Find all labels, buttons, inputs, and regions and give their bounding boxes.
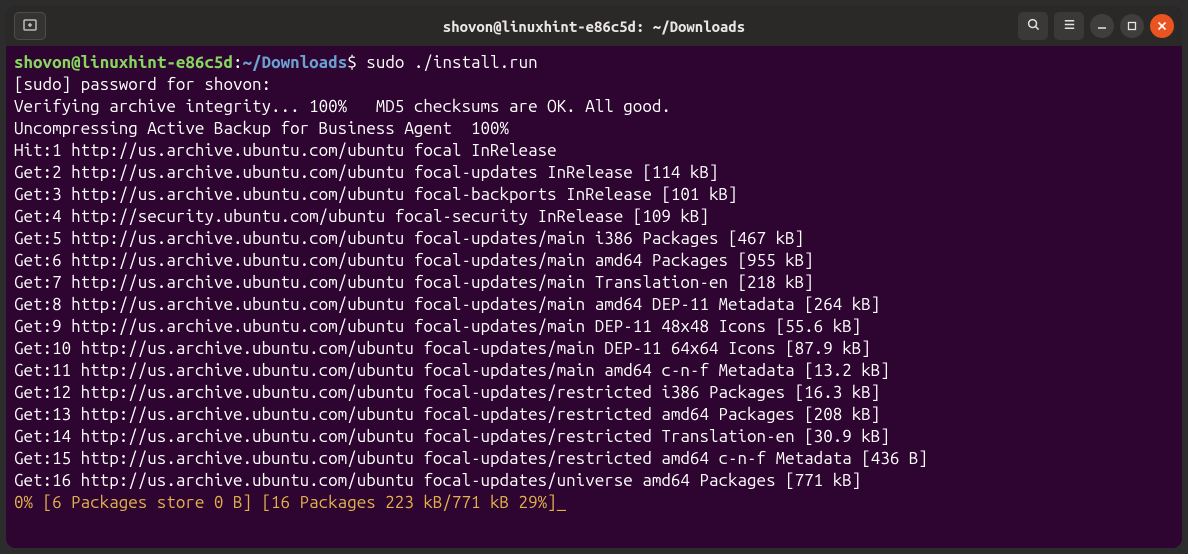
- cursor: _: [557, 493, 567, 512]
- command-text: sudo ./install.run: [366, 53, 537, 72]
- output-line: Verifying archive integrity... 100% MD5 …: [14, 97, 671, 116]
- new-tab-icon: [22, 17, 38, 36]
- output-line: Get:12 http://us.archive.ubuntu.com/ubun…: [14, 383, 880, 402]
- close-button[interactable]: [1150, 14, 1174, 38]
- maximize-icon: [1127, 17, 1137, 35]
- output-line: Uncompressing Active Backup for Business…: [14, 119, 509, 138]
- prompt-colon: :: [233, 53, 243, 72]
- search-icon: [1026, 17, 1041, 36]
- minimize-icon: [1097, 17, 1107, 35]
- output-line: Get:14 http://us.archive.ubuntu.com/ubun…: [14, 427, 890, 446]
- output-line: Get:13 http://us.archive.ubuntu.com/ubun…: [14, 405, 880, 424]
- output-line: Get:9 http://us.archive.ubuntu.com/ubunt…: [14, 317, 861, 336]
- terminal-window: shovon@linuxhint-e86c5d: ~/Downloads: [6, 6, 1182, 548]
- prompt-dollar: $: [347, 53, 366, 72]
- progress-line: 0% [6 Packages store 0 B] [16 Packages 2…: [14, 493, 557, 512]
- output-line: Get:7 http://us.archive.ubuntu.com/ubunt…: [14, 273, 814, 292]
- titlebar-right: [1018, 12, 1174, 40]
- output-line: Hit:1 http://us.archive.ubuntu.com/ubunt…: [14, 141, 557, 160]
- output-line: Get:2 http://us.archive.ubuntu.com/ubunt…: [14, 163, 718, 182]
- output-line: Get:3 http://us.archive.ubuntu.com/ubunt…: [14, 185, 738, 204]
- output-line: Get:16 http://us.archive.ubuntu.com/ubun…: [14, 471, 861, 490]
- output-line: Get:5 http://us.archive.ubuntu.com/ubunt…: [14, 229, 804, 248]
- prompt-at: @: [71, 53, 81, 72]
- output-line: [sudo] password for shovon:: [14, 75, 271, 94]
- output-line: Get:15 http://us.archive.ubuntu.com/ubun…: [14, 449, 928, 468]
- output-line: Get:11 http://us.archive.ubuntu.com/ubun…: [14, 361, 890, 380]
- minimize-button[interactable]: [1090, 14, 1114, 38]
- close-icon: [1157, 17, 1167, 35]
- menu-button[interactable]: [1054, 12, 1084, 40]
- prompt-user: shovon: [14, 53, 71, 72]
- titlebar: shovon@linuxhint-e86c5d: ~/Downloads: [6, 6, 1182, 46]
- terminal-output[interactable]: shovon@linuxhint-e86c5d:~/Downloads$ sud…: [6, 46, 1182, 548]
- output-line: Get:6 http://us.archive.ubuntu.com/ubunt…: [14, 251, 814, 270]
- search-button[interactable]: [1018, 12, 1048, 40]
- titlebar-left: [14, 12, 46, 40]
- hamburger-icon: [1062, 17, 1077, 36]
- output-line: Get:4 http://security.ubuntu.com/ubuntu …: [14, 207, 709, 226]
- new-tab-button[interactable]: [14, 12, 46, 40]
- prompt-host: linuxhint-e86c5d: [81, 53, 233, 72]
- prompt-path: ~/Downloads: [243, 53, 348, 72]
- window-title: shovon@linuxhint-e86c5d: ~/Downloads: [443, 18, 745, 35]
- output-line: Get:8 http://us.archive.ubuntu.com/ubunt…: [14, 295, 880, 314]
- output-line: Get:10 http://us.archive.ubuntu.com/ubun…: [14, 339, 871, 358]
- maximize-button[interactable]: [1120, 14, 1144, 38]
